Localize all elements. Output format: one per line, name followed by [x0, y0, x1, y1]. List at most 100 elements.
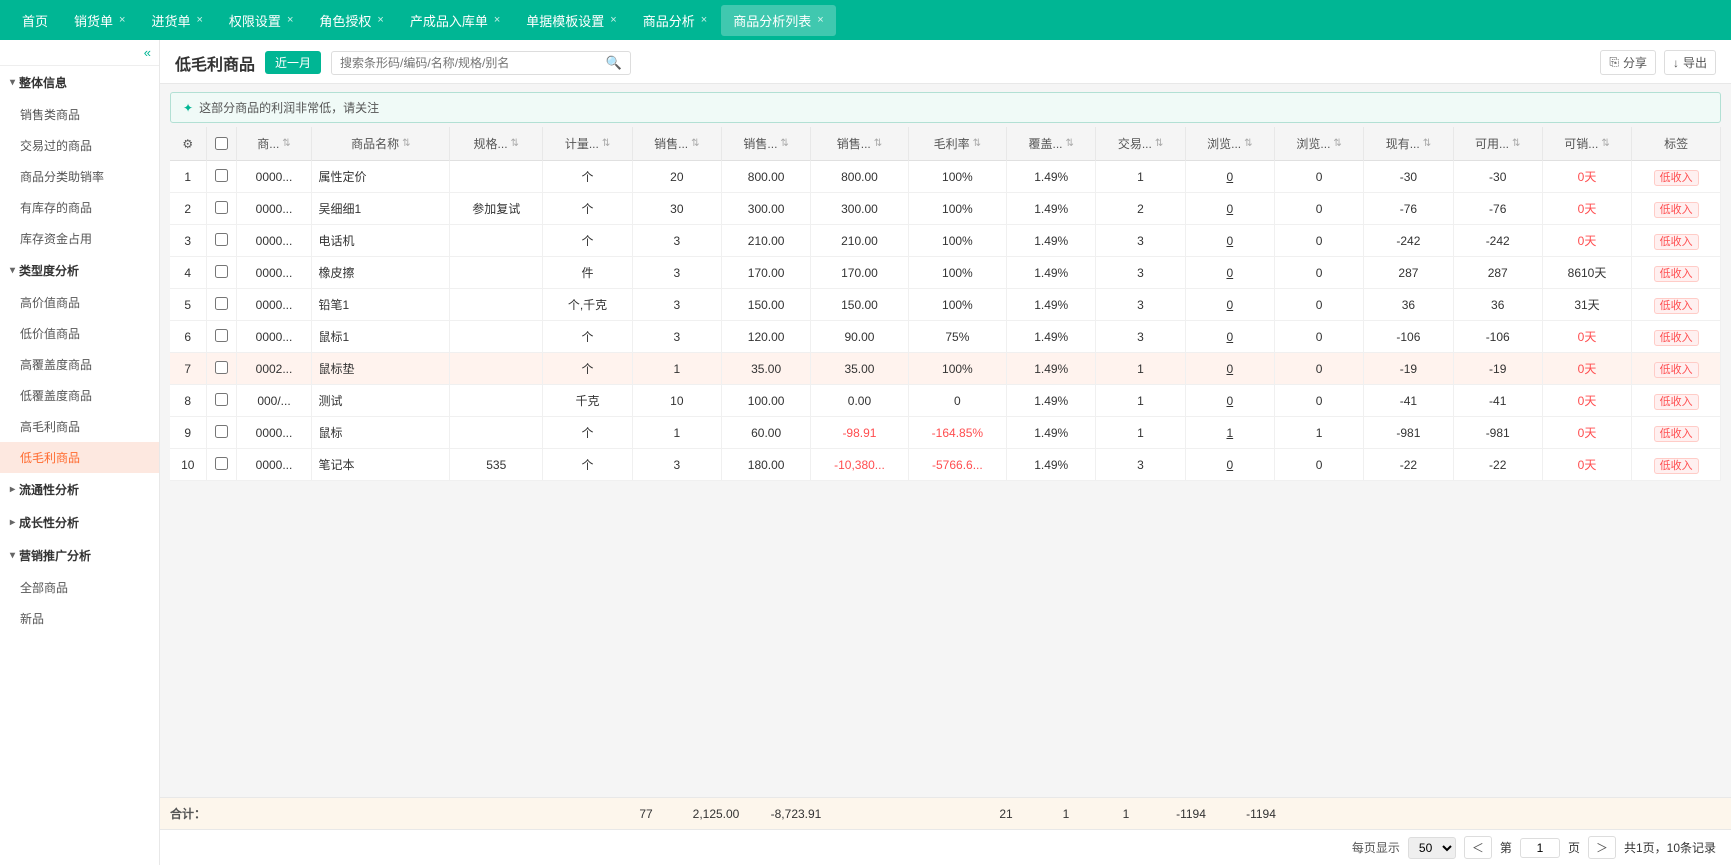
view1-link[interactable]: 0 — [1226, 234, 1233, 248]
td-view1[interactable]: 0 — [1185, 449, 1274, 481]
row-checkbox[interactable] — [215, 265, 228, 278]
nav-product-instock[interactable]: 产成品入库单× — [398, 5, 512, 36]
share-button[interactable]: ⎘ 分享 — [1600, 50, 1656, 75]
row-checkbox[interactable] — [215, 361, 228, 374]
td-view1[interactable]: 0 — [1185, 385, 1274, 417]
sidebar-collapse-btn[interactable]: « — [144, 45, 151, 60]
td-name[interactable]: 吴细细1 — [312, 193, 450, 225]
close-icon[interactable]: × — [494, 14, 500, 26]
td-view1[interactable]: 0 — [1185, 193, 1274, 225]
td-name[interactable]: 笔记本 — [312, 449, 450, 481]
row-checkbox[interactable] — [215, 329, 228, 342]
td-checkbox[interactable] — [206, 417, 236, 449]
sort-icon[interactable]: ⇅ — [874, 138, 882, 149]
next-page-btn[interactable]: ＞ — [1588, 836, 1616, 859]
row-checkbox[interactable] — [215, 393, 228, 406]
view1-link[interactable]: 1 — [1226, 426, 1233, 440]
td-checkbox[interactable] — [206, 321, 236, 353]
page-size-select[interactable]: 50 — [1408, 837, 1456, 859]
select-all-checkbox[interactable] — [215, 137, 228, 150]
close-icon[interactable]: × — [377, 14, 383, 26]
close-icon[interactable]: × — [196, 14, 202, 26]
filter-recent-month-btn[interactable]: 近一月 — [265, 51, 321, 74]
sort-icon[interactable]: ⇅ — [1244, 138, 1252, 149]
nav-sales-order[interactable]: 销货单× — [62, 5, 137, 36]
td-name[interactable]: 铅笔1 — [312, 289, 450, 321]
sidebar-item-new-goods[interactable]: 新品 — [0, 603, 159, 634]
view1-link[interactable]: 0 — [1226, 458, 1233, 472]
td-name[interactable]: 电话机 — [312, 225, 450, 257]
sidebar-item-stock-capital[interactable]: 库存资金占用 — [0, 223, 159, 254]
close-icon[interactable]: × — [119, 14, 125, 26]
view1-link[interactable]: 0 — [1226, 330, 1233, 344]
sidebar-group-type-analysis[interactable]: ▾ 类型度分析 — [0, 254, 159, 287]
td-name[interactable]: 鼠标 — [312, 417, 450, 449]
td-name[interactable]: 橡皮擦 — [312, 257, 450, 289]
close-icon[interactable]: × — [817, 14, 823, 26]
nav-role-auth[interactable]: 角色授权× — [307, 5, 395, 36]
th-settings[interactable]: ⚙ — [170, 127, 206, 161]
page-number-input[interactable] — [1520, 838, 1560, 858]
sidebar-group-marketing-analysis[interactable]: ▾ 营销推广分析 — [0, 539, 159, 572]
td-view1[interactable]: 0 — [1185, 353, 1274, 385]
sidebar-item-low-margin[interactable]: 低毛利商品 — [0, 442, 159, 473]
sort-icon[interactable]: ⇅ — [511, 138, 519, 149]
sidebar-item-sales-goods[interactable]: 销售类商品 — [0, 99, 159, 130]
th-checkbox[interactable] — [206, 127, 236, 161]
nav-permission[interactable]: 权限设置× — [217, 5, 305, 36]
sidebar-item-all-goods[interactable]: 全部商品 — [0, 572, 159, 603]
row-checkbox[interactable] — [215, 169, 228, 182]
td-name[interactable]: 鼠标1 — [312, 321, 450, 353]
td-name[interactable]: 鼠标垫 — [312, 353, 450, 385]
td-view1[interactable]: 1 — [1185, 417, 1274, 449]
row-checkbox[interactable] — [215, 297, 228, 310]
close-icon[interactable]: × — [287, 14, 293, 26]
row-checkbox[interactable] — [215, 425, 228, 438]
sort-icon[interactable]: ⇅ — [973, 138, 981, 149]
sort-icon[interactable]: ⇅ — [1155, 138, 1163, 149]
sort-icon[interactable]: ⇅ — [1601, 138, 1609, 149]
td-name[interactable]: 属性定价 — [312, 161, 450, 193]
prev-page-btn[interactable]: ＜ — [1464, 836, 1492, 859]
view1-link[interactable]: 0 — [1226, 394, 1233, 408]
sidebar-item-traded-goods[interactable]: 交易过的商品 — [0, 130, 159, 161]
nav-purchase-order[interactable]: 进货单× — [139, 5, 214, 36]
export-button[interactable]: ↓ 导出 — [1664, 50, 1716, 75]
sidebar-item-category-rate[interactable]: 商品分类助销率 — [0, 161, 159, 192]
nav-template-settings[interactable]: 单据模板设置× — [514, 5, 628, 36]
row-checkbox[interactable] — [215, 233, 228, 246]
view1-link[interactable]: 0 — [1226, 170, 1233, 184]
sidebar-item-stock-goods[interactable]: 有库存的商品 — [0, 192, 159, 223]
sidebar-group-flow-analysis[interactable]: ▸ 流通性分析 — [0, 473, 159, 506]
td-view1[interactable]: 0 — [1185, 321, 1274, 353]
sort-icon[interactable]: ⇅ — [1423, 138, 1431, 149]
sort-icon[interactable]: ⇅ — [282, 138, 290, 149]
search-input[interactable] — [340, 56, 606, 70]
sort-icon[interactable]: ⇅ — [691, 138, 699, 149]
nav-product-analysis-list[interactable]: 商品分析列表× — [721, 5, 835, 36]
view1-link[interactable]: 0 — [1226, 362, 1233, 376]
close-icon[interactable]: × — [701, 14, 707, 26]
sidebar-item-high-coverage[interactable]: 高覆盖度商品 — [0, 349, 159, 380]
td-view1[interactable]: 0 — [1185, 225, 1274, 257]
row-checkbox[interactable] — [215, 457, 228, 470]
sort-icon[interactable]: ⇅ — [602, 138, 610, 149]
sort-icon[interactable]: ⇅ — [1066, 138, 1074, 149]
sort-icon[interactable]: ⇅ — [1333, 138, 1341, 149]
search-icon[interactable]: 🔍 — [606, 55, 622, 71]
sort-icon[interactable]: ⇅ — [402, 138, 410, 149]
td-checkbox[interactable] — [206, 161, 236, 193]
sidebar-item-high-value[interactable]: 高价值商品 — [0, 287, 159, 318]
view1-link[interactable]: 0 — [1226, 298, 1233, 312]
view1-link[interactable]: 0 — [1226, 266, 1233, 280]
nav-product-analysis[interactable]: 商品分析× — [631, 5, 719, 36]
sort-icon[interactable]: ⇅ — [1512, 138, 1520, 149]
nav-home[interactable]: 首页 — [10, 5, 60, 36]
td-view1[interactable]: 0 — [1185, 289, 1274, 321]
td-checkbox[interactable] — [206, 385, 236, 417]
td-checkbox[interactable] — [206, 289, 236, 321]
td-checkbox[interactable] — [206, 225, 236, 257]
sidebar-item-low-value[interactable]: 低价值商品 — [0, 318, 159, 349]
row-checkbox[interactable] — [215, 201, 228, 214]
sidebar-item-low-coverage[interactable]: 低覆盖度商品 — [0, 380, 159, 411]
